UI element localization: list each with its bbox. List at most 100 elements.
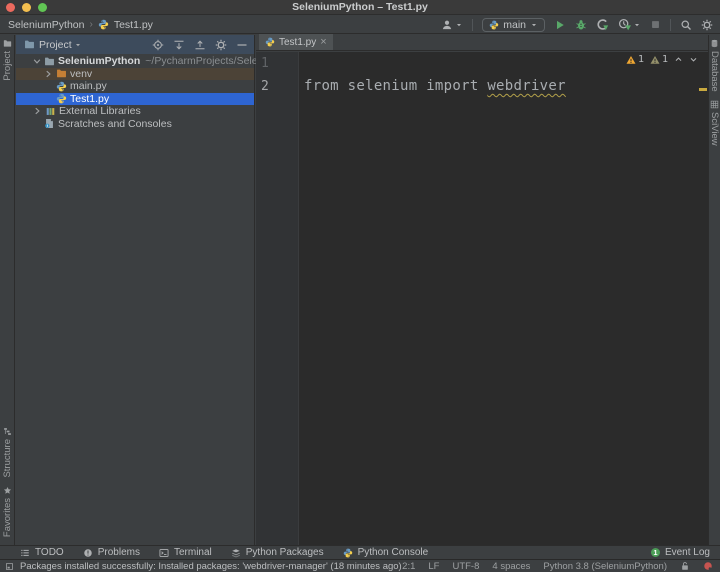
tool-window-switcher-icon[interactable] bbox=[5, 562, 14, 571]
notifications-icon[interactable] bbox=[703, 561, 713, 571]
python-file-icon bbox=[98, 19, 109, 30]
stop-button[interactable] bbox=[650, 19, 661, 30]
tool-button-problems[interactable]: Problems bbox=[83, 547, 140, 558]
locate-file-button[interactable] bbox=[152, 39, 164, 51]
window-title: SeleniumPython – Test1.py bbox=[0, 0, 720, 15]
project-panel-toolbar bbox=[152, 39, 248, 51]
python-logo-icon bbox=[489, 20, 499, 30]
star-icon bbox=[3, 486, 12, 495]
tool-stripe-structure[interactable]: Structure bbox=[2, 423, 13, 482]
tool-button-python-packages[interactable]: Python Packages bbox=[231, 547, 324, 558]
terminal-icon bbox=[159, 548, 169, 558]
titlebar: SeleniumPython – Test1.py bbox=[0, 0, 720, 15]
toolbar-divider bbox=[472, 19, 473, 31]
tool-stripe-label: SciView bbox=[709, 112, 720, 146]
tree-row-external-libraries[interactable]: External Libraries bbox=[16, 105, 254, 118]
indent-style[interactable]: 4 spaces bbox=[492, 561, 530, 572]
chevron-down-icon bbox=[74, 41, 82, 49]
code-warning-token: webdriver bbox=[487, 78, 566, 94]
previous-problem-button[interactable] bbox=[674, 55, 683, 64]
todo-list-icon bbox=[20, 548, 30, 558]
code-editor[interactable]: 1 2 from selenium import webdriver 1 1 bbox=[256, 52, 708, 545]
status-bar: Packages installed successfully: Install… bbox=[0, 559, 720, 572]
folder-icon bbox=[3, 39, 12, 48]
tool-button-todo[interactable]: TODO bbox=[20, 547, 64, 558]
inspections-widget[interactable]: 1 1 bbox=[626, 54, 698, 65]
tree-row-project-root[interactable]: SeleniumPython~/PycharmProjects/Selenium… bbox=[16, 55, 254, 68]
tool-stripe-sciview[interactable]: SciView bbox=[709, 96, 720, 150]
breadcrumb: SeleniumPython › Test1.py bbox=[0, 19, 153, 31]
tool-stripe-project[interactable]: Project bbox=[2, 35, 13, 85]
next-problem-button[interactable] bbox=[689, 55, 698, 64]
tool-window-buttons: TODO Problems Terminal Python Packages P… bbox=[0, 547, 428, 558]
chevron-down-icon bbox=[455, 21, 463, 29]
expand-all-button[interactable] bbox=[173, 39, 185, 51]
editor-tab-label: Test1.py bbox=[279, 37, 316, 48]
python-file-icon bbox=[265, 37, 275, 47]
chevron-down-icon bbox=[633, 21, 641, 29]
close-tab-icon[interactable]: × bbox=[320, 37, 326, 47]
editor-tab-test1-py[interactable]: Test1.py × bbox=[259, 34, 333, 50]
tree-item-label: venv bbox=[70, 68, 92, 81]
problems-icon bbox=[83, 548, 93, 558]
breadcrumb-project[interactable]: SeleniumPython bbox=[8, 19, 84, 31]
event-count-badge: 1 bbox=[651, 548, 660, 557]
folder-icon bbox=[44, 56, 55, 67]
file-encoding[interactable]: UTF-8 bbox=[452, 561, 479, 572]
debug-button[interactable] bbox=[575, 19, 587, 31]
close-button[interactable] bbox=[6, 3, 15, 12]
hide-panel-button[interactable] bbox=[236, 39, 248, 51]
tree-row-main-py[interactable]: main.py bbox=[16, 80, 254, 93]
scratches-icon bbox=[44, 118, 55, 129]
chevron-down-icon[interactable] bbox=[32, 56, 42, 66]
editor-tab-bar: Test1.py × bbox=[256, 35, 708, 51]
tree-row-test1-py[interactable]: Test1.py bbox=[16, 93, 254, 106]
settings-button[interactable] bbox=[701, 19, 713, 31]
python-console-icon bbox=[343, 548, 353, 558]
project-view-icon bbox=[24, 39, 35, 50]
editor-gutter bbox=[256, 52, 299, 545]
panel-settings-button[interactable] bbox=[215, 39, 227, 51]
libraries-icon bbox=[45, 106, 56, 117]
run-configuration-select[interactable]: main bbox=[482, 18, 545, 32]
tool-stripe-favorites[interactable]: Favorites bbox=[2, 482, 13, 545]
tree-row-scratches[interactable]: Scratches and Consoles bbox=[16, 118, 254, 131]
zoom-button[interactable] bbox=[38, 3, 47, 12]
collapse-all-button[interactable] bbox=[194, 39, 206, 51]
tool-stripe-database[interactable]: Database bbox=[709, 35, 720, 96]
chevron-right-icon[interactable] bbox=[43, 69, 53, 79]
main-area: Project Structure Favorites Project bbox=[0, 35, 720, 545]
tool-stripe-label: Database bbox=[709, 51, 720, 92]
tree-item-label: main.py bbox=[70, 80, 107, 93]
tool-button-terminal[interactable]: Terminal bbox=[159, 547, 212, 558]
error-stripe-marker[interactable] bbox=[699, 88, 707, 91]
minimize-button[interactable] bbox=[22, 3, 31, 12]
navigation-bar: SeleniumPython › Test1.py main bbox=[0, 16, 720, 34]
tool-button-python-console[interactable]: Python Console bbox=[343, 547, 429, 558]
search-everywhere-button[interactable] bbox=[680, 19, 692, 31]
line-number: 1 bbox=[261, 52, 269, 75]
event-log-label: Event Log bbox=[665, 547, 710, 558]
read-lock-icon[interactable] bbox=[680, 561, 690, 571]
line-separator[interactable]: LF bbox=[428, 561, 439, 572]
left-tool-stripe: Project Structure Favorites bbox=[0, 35, 15, 545]
code-line-2: 2 from selenium import webdriver bbox=[256, 75, 708, 98]
run-button[interactable] bbox=[554, 19, 566, 31]
project-panel-header[interactable]: Project bbox=[16, 35, 254, 54]
profiler-button[interactable] bbox=[618, 18, 641, 31]
interpreter[interactable]: Python 3.8 (SeleniumPython) bbox=[543, 561, 667, 572]
caret-position[interactable]: 2:1 bbox=[402, 561, 415, 572]
grid-icon bbox=[710, 100, 719, 109]
chevron-right-icon[interactable] bbox=[32, 106, 42, 116]
weak-warning-icon bbox=[650, 55, 660, 65]
run-with-coverage-button[interactable] bbox=[596, 18, 609, 31]
event-log-button[interactable]: 1 Event Log bbox=[651, 547, 720, 558]
excluded-folder-icon bbox=[56, 68, 67, 79]
warning-icon bbox=[626, 55, 636, 65]
tree-row-venv[interactable]: venv bbox=[16, 68, 254, 81]
right-tool-stripe: Database SciView bbox=[708, 35, 720, 545]
breadcrumb-file[interactable]: Test1.py bbox=[114, 19, 153, 31]
line-number-current: 2 bbox=[261, 75, 269, 98]
status-message[interactable]: Packages installed successfully: Install… bbox=[20, 561, 402, 572]
vcs-user-button[interactable] bbox=[441, 19, 463, 31]
